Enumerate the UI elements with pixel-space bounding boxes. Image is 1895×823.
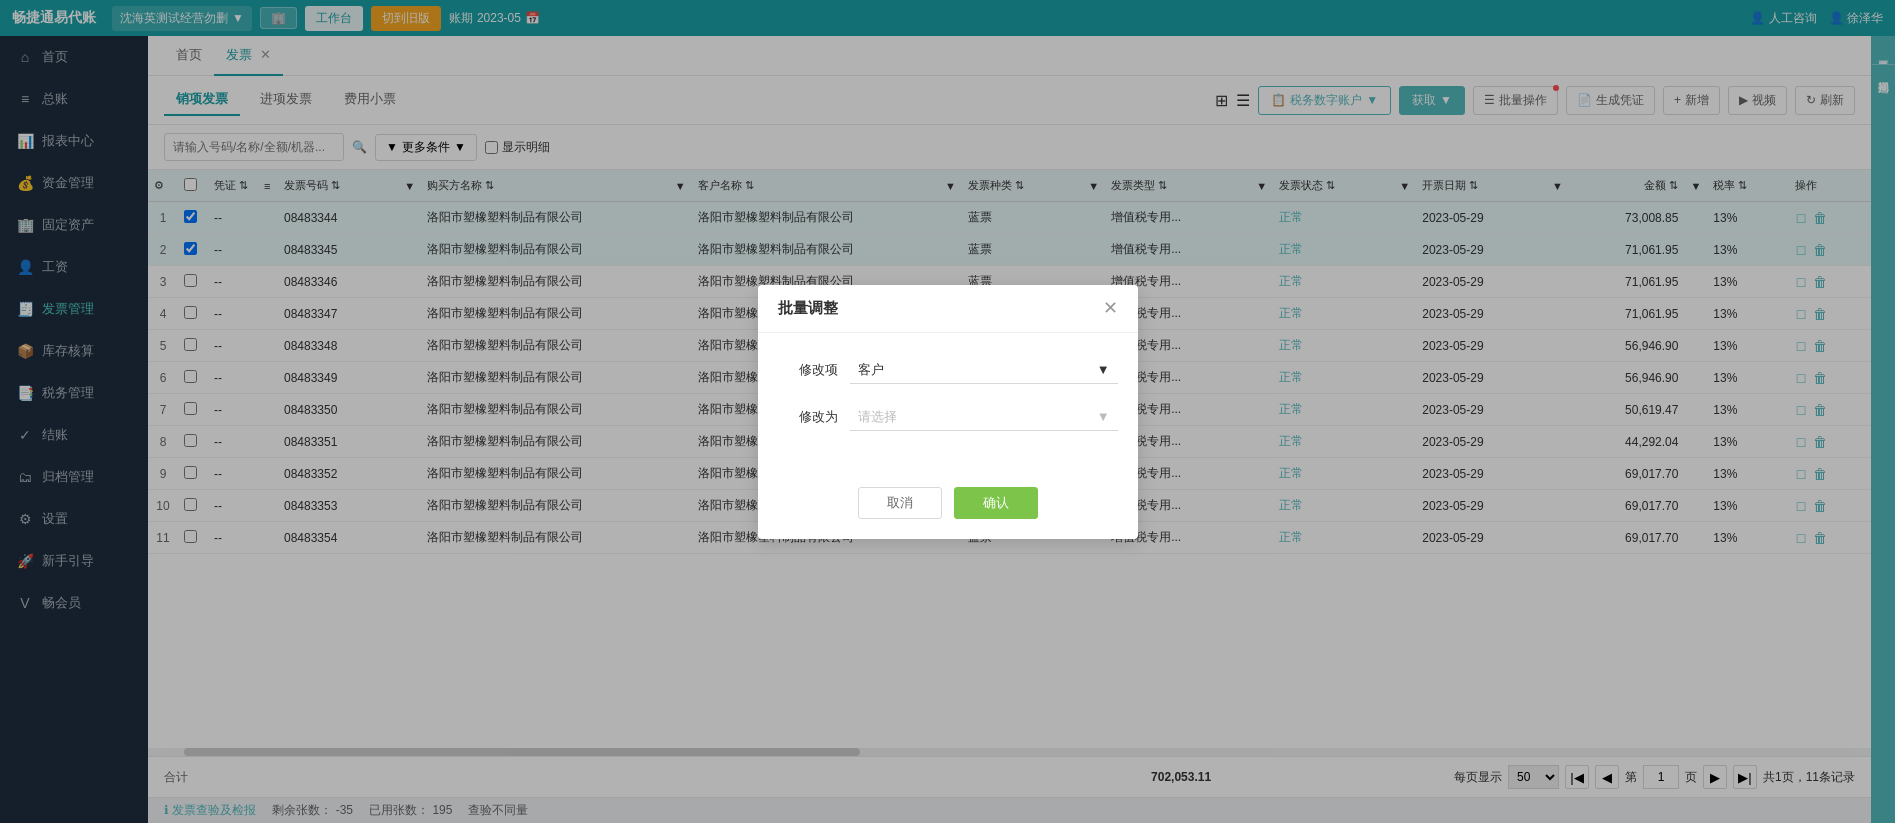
modal-body: 修改项 客户 ▼ 修改为 请选择 ▼ [758,333,1138,475]
chevron-down-icon: ▼ [1097,409,1110,424]
chevron-down-icon: ▼ [1097,362,1110,377]
modal-close-btn[interactable]: ✕ [1103,299,1118,317]
modal-overlay: 批量调整 ✕ 修改项 客户 ▼ 修改为 请选择 ▼ 取消 确认 [0,0,1895,823]
cancel-button[interactable]: 取消 [858,487,942,519]
modify-value-label: 修改为 [778,408,838,426]
modal-footer: 取消 确认 [758,475,1138,539]
modify-value-selector[interactable]: 请选择 ▼ [850,404,1118,431]
modal-header: 批量调整 ✕ [758,285,1138,333]
modify-field-row: 修改项 客户 ▼ [778,357,1118,384]
confirm-button[interactable]: 确认 [954,487,1038,519]
modify-value-row: 修改为 请选择 ▼ [778,404,1118,431]
modify-field-selector[interactable]: 客户 ▼ [850,357,1118,384]
modal-title: 批量调整 [778,299,838,318]
batch-adjust-modal: 批量调整 ✕ 修改项 客户 ▼ 修改为 请选择 ▼ 取消 确认 [758,285,1138,539]
modify-field-label: 修改项 [778,361,838,379]
